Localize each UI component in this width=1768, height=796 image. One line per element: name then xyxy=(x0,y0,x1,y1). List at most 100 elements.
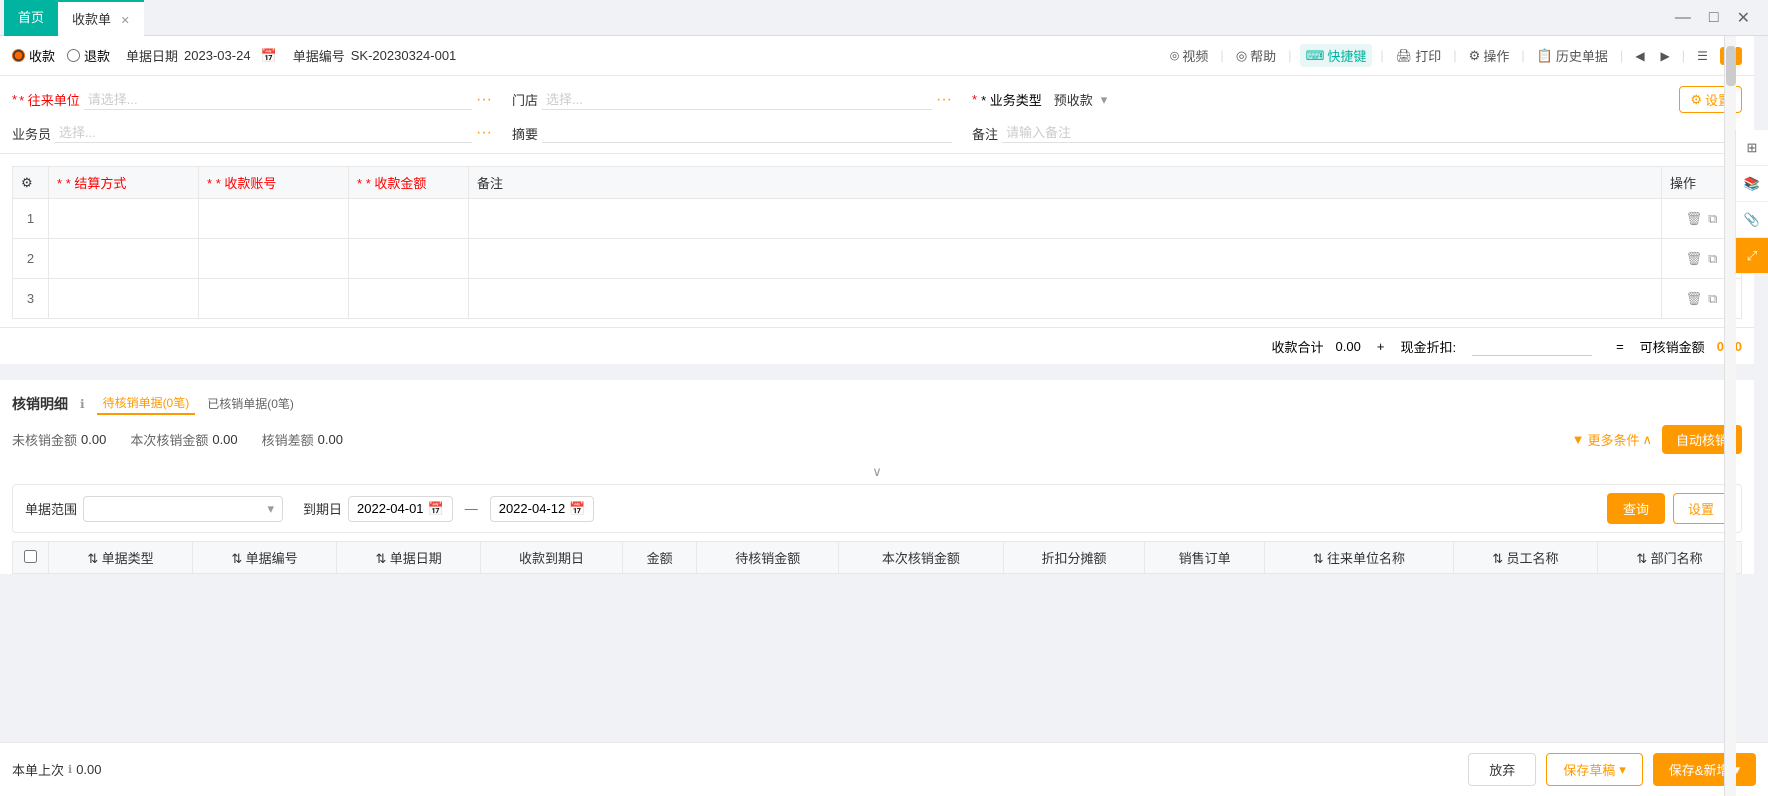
date-from-icon[interactable]: 📅 xyxy=(428,501,444,517)
table-row: 1 🗑 ⧉ xyxy=(13,199,1742,239)
amount-cell-2[interactable] xyxy=(349,239,469,279)
right-book-icon[interactable]: 📚 xyxy=(1736,166,1768,202)
reconcile-info-icon: ℹ xyxy=(80,397,85,411)
range-select[interactable]: ▾ xyxy=(83,496,283,522)
more-conditions-btn[interactable]: ▼ 更多条件 ∧ xyxy=(1572,430,1652,449)
operation-icon: ⚙ xyxy=(1469,48,1481,64)
info-icon: ℹ xyxy=(68,763,72,776)
note-input[interactable] xyxy=(1002,123,1742,143)
employee-col: ⇅ 员工名称 xyxy=(1453,542,1597,574)
counterpart-more-icon[interactable]: ··· xyxy=(476,91,492,109)
total-value: 0.00 xyxy=(1336,339,1361,354)
discard-button[interactable]: 放弃 xyxy=(1468,753,1536,786)
help-icon: ◎ xyxy=(1236,48,1247,64)
operation-btn[interactable]: ⚙ 操作 xyxy=(1465,44,1514,67)
pending-tab[interactable]: 待核销单据(0笔) xyxy=(97,392,196,415)
expand-filter-icon[interactable]: ∨ xyxy=(872,464,882,480)
right-table-icon[interactable]: ⊞ xyxy=(1736,130,1768,166)
done-tab[interactable]: 已核销单据(0笔) xyxy=(207,395,294,412)
pending-amount-col: 待核销金额 xyxy=(697,542,839,574)
settlement-cell-3[interactable] xyxy=(49,279,199,319)
date-to-picker[interactable]: 2022-04-12 📅 xyxy=(490,496,595,522)
number-col: ⇅ 单据编号 xyxy=(193,542,337,574)
copy-row-2-icon[interactable]: ⧉ xyxy=(1708,251,1717,267)
draft-chevron-icon: ▾ xyxy=(1619,762,1626,778)
diff-stat: 核销差额 0.00 xyxy=(262,430,343,449)
account-cell-1[interactable] xyxy=(199,199,349,239)
date-to-icon[interactable]: 📅 xyxy=(569,501,585,517)
account-cell-2[interactable] xyxy=(199,239,349,279)
summary-row: 收款合计 0.00 + 现金折扣: = 可核销金额 0.00 xyxy=(0,327,1754,364)
prev-btn[interactable]: ◀ xyxy=(1631,47,1648,65)
due-date-col: 收款到期日 xyxy=(481,542,623,574)
reconcile-title: 核销明细 xyxy=(12,394,68,414)
summary-input[interactable] xyxy=(542,123,952,143)
discount-input[interactable] xyxy=(1472,336,1592,356)
type-col: ⇅ 单据类型 xyxy=(49,542,193,574)
filter-settings-button[interactable]: 设置 xyxy=(1673,493,1729,524)
window-maximize[interactable]: □ xyxy=(1703,7,1725,29)
print-btn[interactable]: 🖨 打印 xyxy=(1392,44,1446,67)
help-btn[interactable]: ◎ 帮助 xyxy=(1232,44,1280,67)
delete-row-1-icon[interactable]: 🗑 xyxy=(1686,211,1703,227)
settlement-col: * * 结算方式 xyxy=(49,167,199,199)
note-cell-2[interactable] xyxy=(469,239,1662,279)
amount-col: 金额 xyxy=(622,542,696,574)
select-all-checkbox[interactable] xyxy=(24,550,37,563)
menu-btn[interactable]: ☰ xyxy=(1693,47,1712,65)
tab-home[interactable]: 首页 xyxy=(4,0,58,36)
window-minimize[interactable]: — xyxy=(1669,7,1697,29)
print-icon: 🖨 xyxy=(1396,48,1413,64)
amount-cell-1[interactable] xyxy=(349,199,469,239)
due-date-filter: 到期日 2022-04-01 📅 — 2022-04-12 📅 xyxy=(303,496,594,522)
save-draft-button[interactable]: 保存草稿 ▾ xyxy=(1546,753,1643,786)
history-btn[interactable]: 📋 历史单据 xyxy=(1533,44,1612,67)
right-attach-icon[interactable]: 📎 xyxy=(1736,202,1768,238)
filter-icon: ▼ xyxy=(1572,432,1585,447)
net-label: 可核销金额 xyxy=(1640,337,1705,356)
refund-radio[interactable]: 退款 xyxy=(67,46,110,65)
sales-order-col: 销售订单 xyxy=(1145,542,1264,574)
shortcut-btn[interactable]: ⌨ 快捷键 xyxy=(1300,44,1373,67)
unreconciled-stat: 未核销金额 0.00 xyxy=(12,430,106,449)
counterpart-input[interactable] xyxy=(84,90,472,110)
salesperson-more-icon[interactable]: ··· xyxy=(476,124,492,142)
checkbox-col[interactable] xyxy=(13,542,49,574)
store-input[interactable] xyxy=(542,90,932,110)
calendar-icon[interactable]: 📅 xyxy=(261,48,277,64)
video-btn[interactable]: ◎ 视频 xyxy=(1166,44,1213,67)
receipt-radio[interactable]: 收款 xyxy=(12,46,55,65)
table-settings-col[interactable]: ⚙ xyxy=(13,167,49,199)
this-reconcile-stat: 本次核销金额 0.00 xyxy=(130,430,237,449)
save-new-button[interactable]: 保存&新增 ▾ xyxy=(1653,753,1756,786)
note-cell-3[interactable] xyxy=(469,279,1662,319)
tab-receipt[interactable]: 收款单 ✕ xyxy=(58,0,144,36)
delete-row-2-icon[interactable]: 🗑 xyxy=(1686,251,1703,267)
salesperson-input[interactable] xyxy=(55,123,472,143)
query-button[interactable]: 查询 xyxy=(1607,493,1665,524)
this-amount-col: 本次核销金额 xyxy=(839,542,1003,574)
right-expand-icon[interactable]: ⤢ xyxy=(1736,238,1768,274)
table-row: 2 🗑 ⧉ xyxy=(13,239,1742,279)
copy-row-1-icon[interactable]: ⧉ xyxy=(1708,211,1717,227)
discount-label: 现金折扣: xyxy=(1400,337,1456,356)
business-type-chevron[interactable]: ▾ xyxy=(1101,92,1108,108)
receipt-type-group: 收款 退款 xyxy=(12,46,110,65)
equals: = xyxy=(1616,339,1624,354)
tab-close-icon[interactable]: ✕ xyxy=(121,15,130,27)
next-btn[interactable]: ▶ xyxy=(1657,47,1674,65)
date-field: 单据日期 2023-03-24 📅 xyxy=(126,46,277,65)
settlement-cell-1[interactable] xyxy=(49,199,199,239)
window-close[interactable]: ✕ xyxy=(1731,6,1756,30)
copy-row-3-icon[interactable]: ⧉ xyxy=(1708,291,1717,307)
store-more-icon[interactable]: ··· xyxy=(936,91,952,109)
settlement-cell-2[interactable] xyxy=(49,239,199,279)
account-cell-3[interactable] xyxy=(199,279,349,319)
amount-cell-3[interactable] xyxy=(349,279,469,319)
date-from-picker[interactable]: 2022-04-01 📅 xyxy=(348,496,453,522)
note-cell-1[interactable] xyxy=(469,199,1662,239)
gear-icon[interactable]: ⚙ xyxy=(21,175,33,190)
number-field: 单据编号 SK-20230324-001 xyxy=(293,46,457,65)
delete-row-3-icon[interactable]: 🗑 xyxy=(1686,291,1703,307)
business-type-value: 预收款 xyxy=(1054,90,1093,109)
